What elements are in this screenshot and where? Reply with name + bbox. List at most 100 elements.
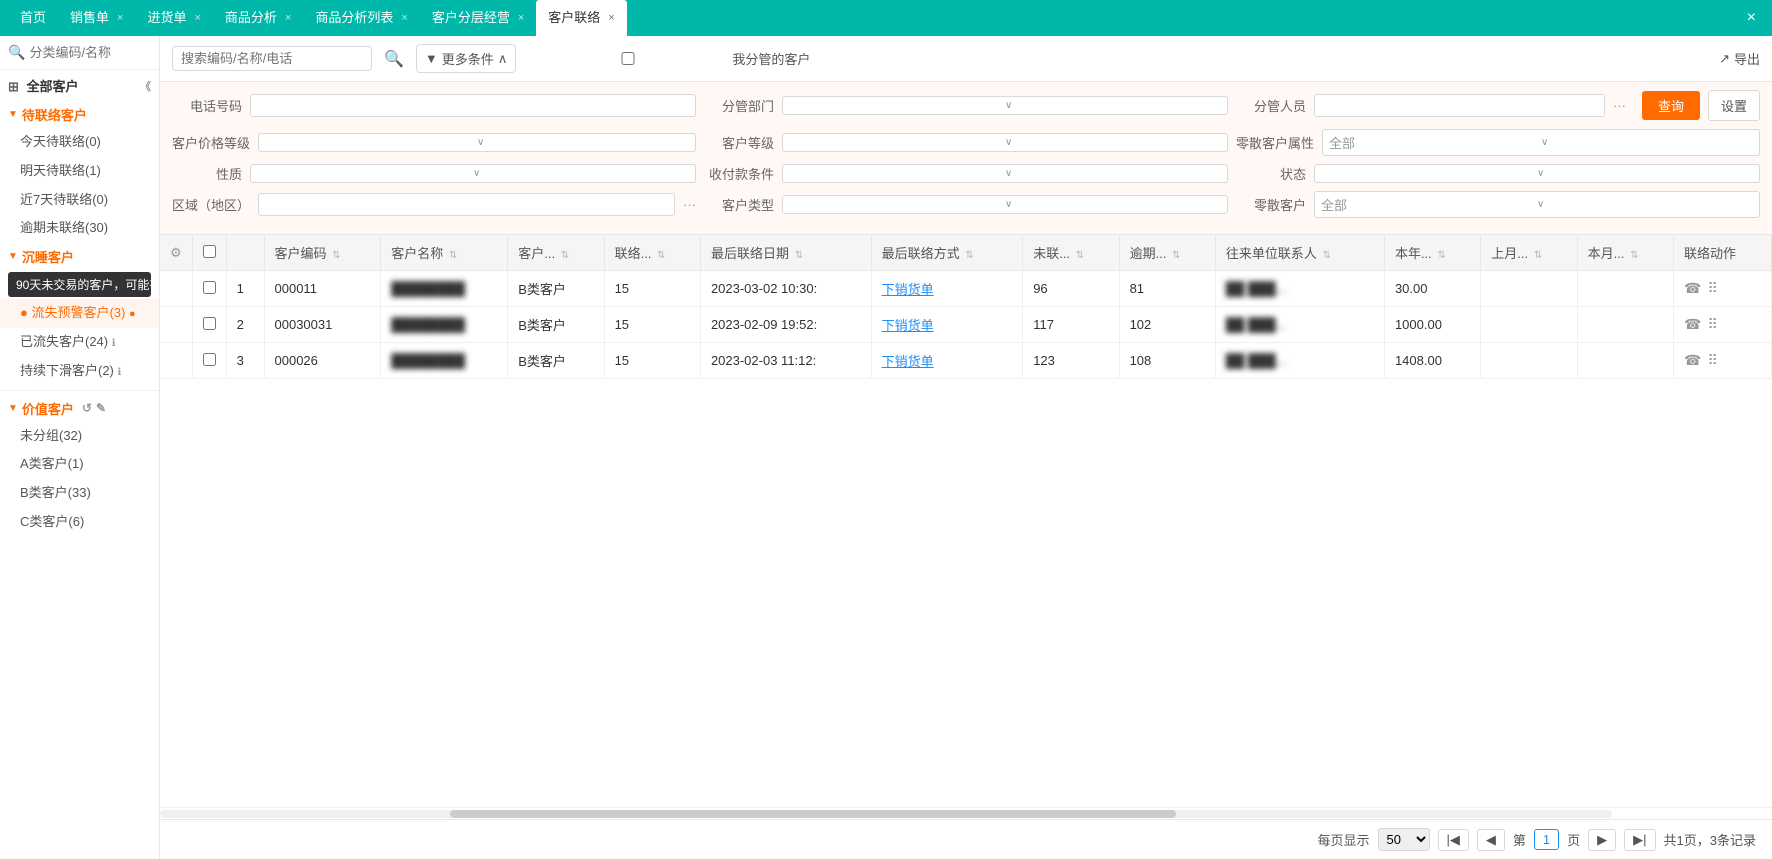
filter-phone-input[interactable] [250,94,696,117]
sidebar-item-a-class[interactable]: A类客户(1) [0,450,159,479]
table-header-unit-contact[interactable]: 往来单位联系人 ⇅ [1215,235,1384,271]
tab-home[interactable]: 首页 [8,0,58,36]
sidebar-item-tomorrow[interactable]: 明天待联络(1) [0,157,159,186]
sidebar-group-churn[interactable]: ▼ 沉睡客户 [0,243,159,270]
row-uncontacted-0: 96 [1023,271,1119,307]
search-button[interactable]: 🔍 [384,49,404,69]
sidebar-search-input[interactable] [29,45,160,60]
table-header-type[interactable]: 客户... ⇅ [508,235,604,271]
scroll-track[interactable] [160,810,1612,818]
action-contact-icon-1[interactable]: ☎ [1684,316,1701,333]
sidebar-item-overdue-contact[interactable]: 逾期未联络(30) [0,214,159,243]
collapse-icon[interactable]: 《 [140,78,151,94]
row-checkbox-1[interactable] [192,307,226,343]
sidebar-item-churn-risk[interactable]: ● 流失预警客户(3) ● [0,299,159,328]
row-last-method-0[interactable]: 下销货单 [871,271,1023,307]
last-method-link-0[interactable]: 下销货单 [882,282,934,297]
row-this-year-2: 1408.00 [1384,343,1480,379]
action-contact-icon-2[interactable]: ☎ [1684,352,1701,369]
tab-home-label: 首页 [20,0,46,36]
table-header-contact[interactable]: 联络... ⇅ [604,235,700,271]
sidebar-group-pending[interactable]: ▼ 待联络客户 [0,101,159,128]
table-header-last-method[interactable]: 最后联络方式 ⇅ [871,235,1023,271]
more-conditions-button[interactable]: ▼ 更多条件 ∧ [416,44,516,73]
table-header-this-month[interactable]: 本月... ⇅ [1577,235,1673,271]
filter-retail-attr-select[interactable]: 全部 ∨ [1322,129,1760,156]
settings-button[interactable]: 设置 [1708,90,1760,121]
my-customers-checkbox[interactable] [528,52,728,65]
row-this-month-2 [1577,343,1673,379]
tab-product-list-close[interactable]: × [401,0,407,36]
sidebar-item-today[interactable]: 今天待联络(0) [0,128,159,157]
select-all-checkbox[interactable] [203,245,216,258]
table-header-overdue[interactable]: 逾期... ⇅ [1119,235,1215,271]
sidebar-item-b-class[interactable]: B类客户(33) [0,479,159,508]
region-more-button[interactable]: ··· [683,197,696,212]
sidebar-group-value[interactable]: ▼ 价值客户 ↺ ✎ [0,395,159,422]
page-prev-button[interactable]: ◀ [1477,829,1505,851]
tab-sales[interactable]: 销售单 × [58,0,135,36]
per-page-select[interactable]: 50 100 200 [1378,828,1430,851]
table-header-code[interactable]: 客户编码 ⇅ [264,235,381,271]
tab-purchase[interactable]: 进货单 × [135,0,212,36]
page-next-button[interactable]: ▶ [1588,829,1616,851]
table-header-this-year[interactable]: 本年... ⇅ [1384,235,1480,271]
query-button[interactable]: 查询 [1642,91,1700,120]
table-header-last-date[interactable]: 最后联络日期 ⇅ [700,235,871,271]
sidebar-item-churn-done[interactable]: 已流失客户(24) ℹ [0,328,159,357]
close-all-button[interactable]: × [1739,9,1764,27]
tab-customer-contact[interactable]: 客户联络 × [536,0,626,36]
table-scrollbar[interactable] [160,807,1772,819]
table-header-name[interactable]: 客户名称 ⇅ [381,235,508,271]
filter-manager-input[interactable] [1314,94,1605,117]
lastmethod-sort-icon: ⇅ [965,250,973,261]
tab-customer-tier[interactable]: 客户分层经营 × [420,0,536,36]
filter-payment-select[interactable]: ∨ [782,164,1228,183]
last-method-link-2[interactable]: 下销货单 [882,354,934,369]
filter-region-input[interactable] [258,193,675,216]
sidebar-item-churn-down[interactable]: 持续下滑客户(2) ℹ [0,357,159,386]
row-checkbox-2[interactable] [192,343,226,379]
sidebar-item-unsorted[interactable]: 未分组(32) [0,422,159,451]
table-header-settings[interactable]: ⚙ [160,235,192,271]
tab-product-analysis[interactable]: 商品分析 × [213,0,303,36]
row-checkbox-0[interactable] [192,271,226,307]
table-header-last-month[interactable]: 上月... ⇅ [1481,235,1577,271]
tab-product-list[interactable]: 商品分析列表 × [303,0,419,36]
page-last-button[interactable]: ▶| [1624,829,1655,851]
export-icon: ↗ [1719,51,1730,67]
filter-customer-tier: 客户等级 ∨ [704,129,1228,156]
filter-customer-type-select[interactable]: ∨ [782,195,1228,214]
filter-customer-tier-select[interactable]: ∨ [782,133,1228,152]
tab-sales-close[interactable]: × [117,0,123,36]
tab-product-analysis-close[interactable]: × [285,0,291,36]
value-edit-icon[interactable]: ✎ [96,401,106,415]
table-header-checkbox[interactable] [192,235,226,271]
sidebar-item-week[interactable]: 近7天待联络(0) [0,186,159,215]
sidebar-item-c-class[interactable]: C类客户(6) [0,508,159,537]
action-more-icon-1[interactable]: ⠿ [1707,316,1717,333]
manager-more-button[interactable]: ··· [1613,98,1626,113]
row-last-method-1[interactable]: 下销货单 [871,307,1023,343]
last-method-link-1[interactable]: 下销货单 [882,318,934,333]
search-input[interactable] [172,46,372,71]
tab-purchase-close[interactable]: × [194,0,200,36]
sidebar-all-customers[interactable]: ⊞ 全部客户 《 [0,70,159,101]
row-last-method-2[interactable]: 下销货单 [871,343,1023,379]
filter-price-tier-select[interactable]: ∨ [258,133,696,152]
page-first-button[interactable]: |◀ [1438,829,1469,851]
action-contact-icon-0[interactable]: ☎ [1684,280,1701,297]
value-refresh-icon[interactable]: ↺ [82,401,92,415]
table-header-uncontacted[interactable]: 未联... ⇅ [1023,235,1119,271]
export-button[interactable]: ↗ 导出 [1719,49,1760,68]
filter-nature-select[interactable]: ∨ [250,164,696,183]
filter-retail-customer-select[interactable]: 全部 ∨ [1314,191,1760,218]
action-more-icon-0[interactable]: ⠿ [1707,280,1717,297]
tab-customer-contact-close[interactable]: × [608,0,614,36]
action-more-icon-2[interactable]: ⠿ [1707,352,1717,369]
tab-customer-tier-close[interactable]: × [518,0,524,36]
scroll-thumb[interactable] [450,810,1176,818]
filter-status-select[interactable]: ∨ [1314,164,1760,183]
my-customers-checkbox-label[interactable]: 我分管的客户 [528,49,810,68]
filter-dept-select[interactable]: ∨ [782,96,1228,115]
